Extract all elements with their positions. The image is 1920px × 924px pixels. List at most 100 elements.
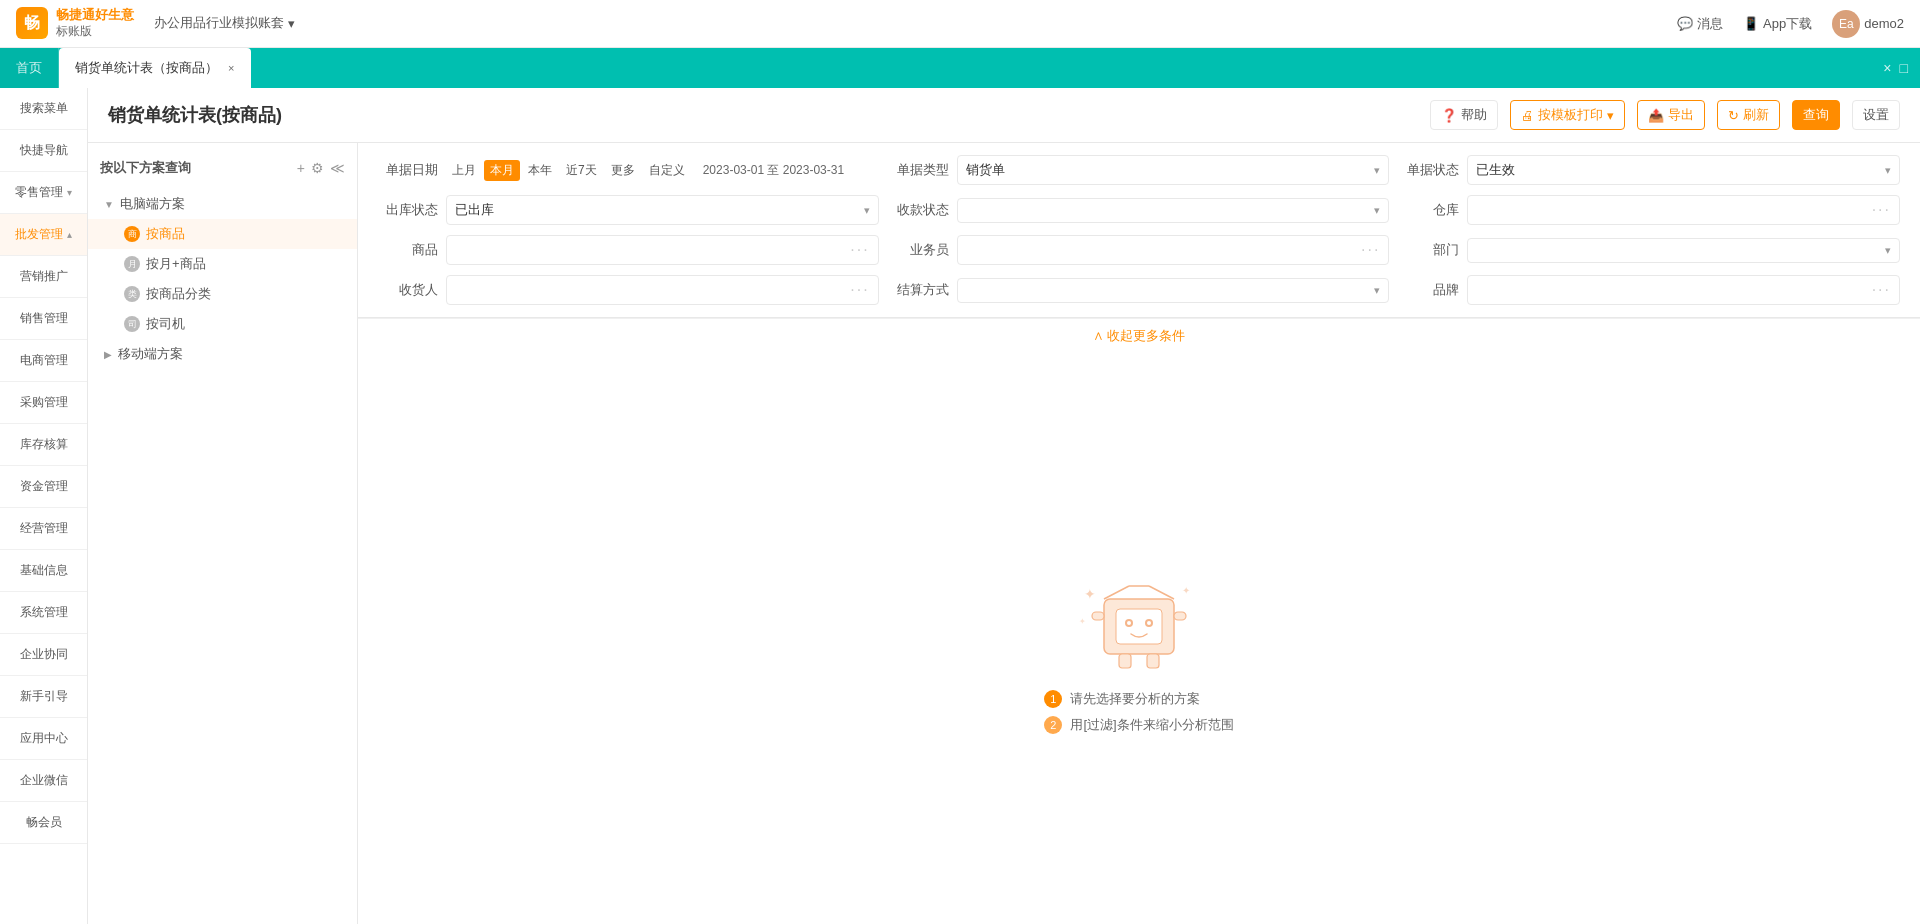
help-label: 帮助 — [1461, 106, 1487, 124]
goods-input[interactable]: ··· — [446, 235, 879, 265]
sidebar-item-finance[interactable]: 资金管理 — [0, 466, 87, 508]
industry-arrow-icon: ▾ — [288, 16, 295, 31]
filter-cell-salesman: 业务员 ··· — [889, 235, 1390, 265]
empty-hints: 1 请先选择要分析的方案 2 用[过滤]条件来缩小分析范围 — [1044, 690, 1233, 734]
sidebar-item-quicknav[interactable]: 快捷导航 — [0, 130, 87, 172]
date-btn-7days[interactable]: 近7天 — [560, 160, 603, 181]
date-btn-thismonth[interactable]: 本月 — [484, 160, 520, 181]
sidebar-inventory-label: 库存核算 — [4, 436, 83, 453]
tab-active[interactable]: 销货单统计表（按商品） × — [59, 48, 251, 88]
sidebar-item-system[interactable]: 系统管理 — [0, 592, 87, 634]
hint-item-2: 2 用[过滤]条件来缩小分析范围 — [1044, 716, 1233, 734]
sidebar-item-enterprise[interactable]: 企业协同 — [0, 634, 87, 676]
query-button[interactable]: 查询 — [1792, 100, 1840, 130]
sidebar-operations-label: 经营管理 — [4, 520, 83, 537]
brand-input[interactable]: ··· — [1467, 275, 1900, 305]
message-button[interactable]: 💬 消息 — [1677, 15, 1723, 33]
export-button[interactable]: 📤 导出 — [1637, 100, 1705, 130]
left-panel-title: 按以下方案查询 — [100, 159, 191, 177]
tree-child-category[interactable]: 类 按商品分类 — [88, 279, 357, 309]
collapse-panel-button[interactable]: ≪ — [330, 160, 345, 176]
salesman-input[interactable]: ··· — [957, 235, 1390, 265]
payment-select[interactable]: ▾ — [957, 198, 1390, 223]
sidebar-item-wholesale[interactable]: 批发管理 ▴ — [0, 214, 87, 256]
sidebar-search-label: 搜索菜单 — [4, 100, 83, 117]
refresh-button[interactable]: ↻ 刷新 — [1717, 100, 1780, 130]
close-window-icon[interactable]: × — [1883, 60, 1891, 76]
tree-section: ▼ 电脑端方案 商 按商品 月 按月+商品 类 按商品分类 — [88, 189, 357, 369]
driver-icon: 司 — [124, 316, 140, 332]
date-btn-more[interactable]: 更多 — [605, 160, 641, 181]
paymethod-select[interactable]: ▾ — [957, 278, 1390, 303]
docstatus-value: 已生效 — [1476, 161, 1515, 179]
tree-child-month-goods[interactable]: 月 按月+商品 — [88, 249, 357, 279]
tree-desktop-parent[interactable]: ▼ 电脑端方案 — [88, 189, 357, 219]
mobile-expand-icon: ▶ — [104, 349, 112, 360]
tree-child-driver[interactable]: 司 按司机 — [88, 309, 357, 339]
sidebar-item-operations[interactable]: 经营管理 — [0, 508, 87, 550]
user-profile[interactable]: Ea demo2 — [1832, 10, 1904, 38]
date-filter[interactable]: 上月 本月 本年 近7天 更多 自定义 2023-03-01 至 2023-03… — [446, 160, 879, 181]
sidebar-wholesale-label: 批发管理 — [15, 226, 63, 243]
hint-num-1: 1 — [1044, 690, 1062, 708]
logo-line2: 标账版 — [56, 24, 134, 40]
sidebar-item-basic[interactable]: 基础信息 — [0, 550, 87, 592]
tab-close-icon[interactable]: × — [228, 62, 234, 74]
date-btn-lastmonth[interactable]: 上月 — [446, 160, 482, 181]
doctype-arrow-icon: ▾ — [1374, 164, 1380, 177]
industry-select[interactable]: 办公用品行业模拟账套 ▾ — [146, 10, 303, 36]
receiver-label: 收货人 — [378, 281, 438, 299]
docstatus-arrow-icon: ▾ — [1885, 164, 1891, 177]
filter-cell-docstatus: 单据状态 已生效 ▾ — [1399, 155, 1900, 185]
dept-select[interactable]: ▾ — [1467, 238, 1900, 263]
date-btn-custom[interactable]: 自定义 — [643, 160, 691, 181]
svg-rect-11 — [1092, 612, 1104, 620]
print-arrow-icon: ▾ — [1607, 108, 1614, 123]
outstatus-select[interactable]: 已出库 ▾ — [446, 195, 879, 225]
sidebar-item-ecommerce[interactable]: 电商管理 — [0, 340, 87, 382]
help-button[interactable]: ❓ 帮助 — [1430, 100, 1498, 130]
sidebar-item-marketing[interactable]: 营销推广 — [0, 256, 87, 298]
add-scheme-button[interactable]: + — [297, 160, 305, 176]
sidebar-item-retail[interactable]: 零售管理 ▾ — [0, 172, 87, 214]
tab-active-label: 销货单统计表（按商品） — [75, 59, 218, 77]
sidebar-item-inventory[interactable]: 库存核算 — [0, 424, 87, 466]
user-name: demo2 — [1864, 16, 1904, 31]
svg-line-1 — [1104, 586, 1129, 599]
date-btn-thisyear[interactable]: 本年 — [522, 160, 558, 181]
warehouse-input[interactable]: ··· — [1467, 195, 1900, 225]
settings-scheme-button[interactable]: ⚙ — [311, 160, 324, 176]
window-controls: × □ — [1871, 60, 1920, 76]
tree-child-goods[interactable]: 商 按商品 — [88, 219, 357, 249]
driver-label: 按司机 — [146, 315, 185, 333]
payment-label: 收款状态 — [889, 201, 949, 219]
maximize-window-icon[interactable]: □ — [1900, 60, 1908, 76]
sidebar-item-search[interactable]: 搜索菜单 — [0, 88, 87, 130]
filter-cell-outstatus: 出库状态 已出库 ▾ — [378, 195, 879, 225]
sidebar-item-purchase[interactable]: 采购管理 — [0, 382, 87, 424]
salesman-label: 业务员 — [889, 241, 949, 259]
salesman-dots-icon: ··· — [1361, 241, 1380, 259]
settings-label: 设置 — [1863, 106, 1889, 124]
empty-state: ✦ ✦ ✦ 1 请先选择要分析的方案 2 用[过滤]条件来缩小分析范围 — [1044, 544, 1233, 734]
svg-text:✦: ✦ — [1182, 585, 1190, 596]
sidebar-item-sales[interactable]: 销售管理 — [0, 298, 87, 340]
settings-button[interactable]: 设置 — [1852, 100, 1900, 130]
docstatus-select[interactable]: 已生效 ▾ — [1467, 155, 1900, 185]
goods-scheme-icon: 商 — [124, 226, 140, 242]
logo-line1: 畅捷通好生意 — [56, 7, 134, 24]
app-download-button[interactable]: 📱 App下载 — [1743, 15, 1812, 33]
hint-item-1: 1 请先选择要分析的方案 — [1044, 690, 1233, 708]
doctype-select[interactable]: 销货单 ▾ — [957, 155, 1390, 185]
sidebar-item-member[interactable]: 畅会员 — [0, 802, 87, 844]
print-button[interactable]: 🖨 按模板打印 ▾ — [1510, 100, 1625, 130]
tree-mobile-parent[interactable]: ▶ 移动端方案 — [88, 339, 357, 369]
tab-home[interactable]: 首页 — [0, 48, 59, 88]
outstatus-value: 已出库 — [455, 201, 494, 219]
goods-scheme-label: 按商品 — [146, 225, 185, 243]
sidebar-item-wechat[interactable]: 企业微信 — [0, 760, 87, 802]
sidebar-item-appcenter[interactable]: 应用中心 — [0, 718, 87, 760]
sidebar-item-newuser[interactable]: 新手引导 — [0, 676, 87, 718]
collapse-bar[interactable]: ∧ 收起更多条件 — [358, 318, 1920, 353]
receiver-input[interactable]: ··· — [446, 275, 879, 305]
